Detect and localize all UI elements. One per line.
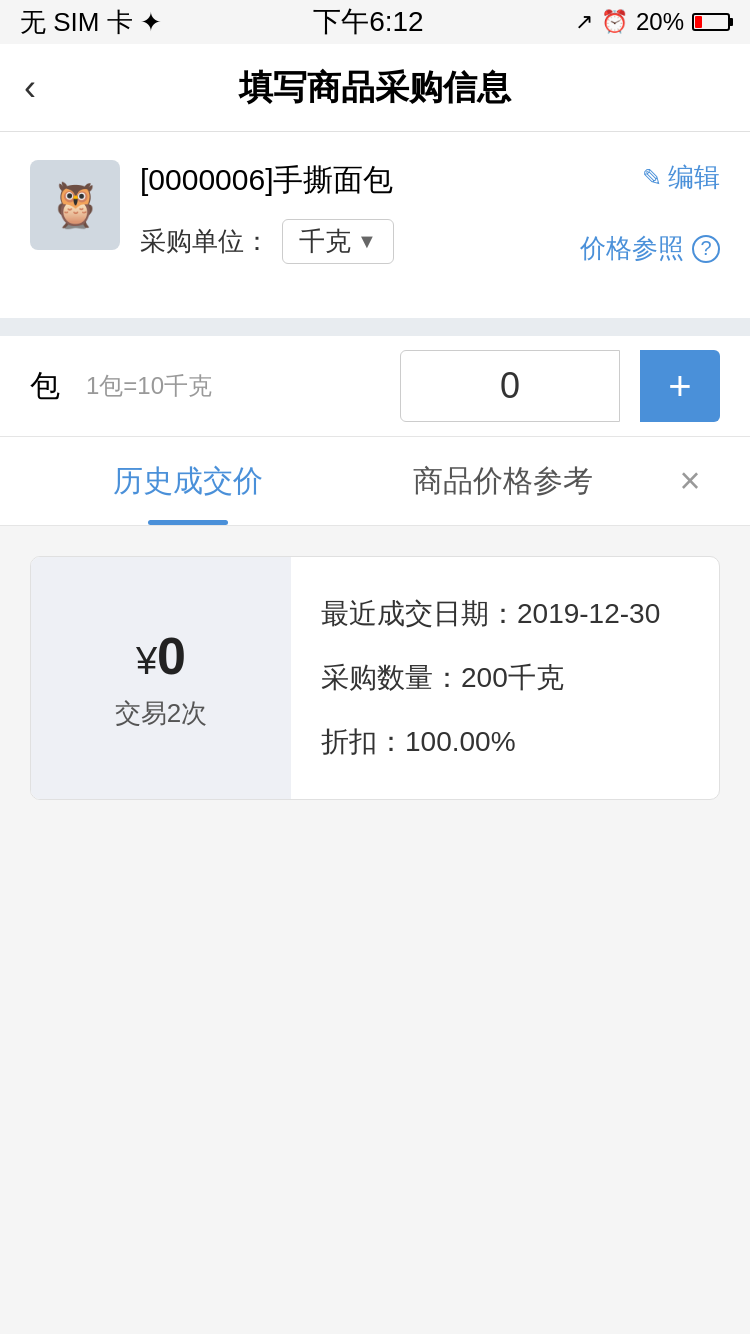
battery-percent: 20%: [636, 8, 684, 36]
main-content: ¥0 交易2次 最近成交日期：2019-12-30 采购数量：200千克 折扣：…: [0, 526, 750, 1326]
history-section: ¥0 交易2次 最近成交日期：2019-12-30 采购数量：200千克 折扣：…: [0, 526, 750, 830]
history-card-left: ¥0 交易2次: [31, 557, 291, 799]
status-left: 无 SIM 卡 ✦: [20, 5, 162, 40]
discount-row: 折扣：100.00%: [321, 721, 689, 763]
unit-prefix-label: 采购单位：: [140, 224, 270, 259]
product-name: [0000006]手撕面包: [140, 160, 394, 201]
close-icon: ×: [679, 460, 700, 502]
price-value: 0: [157, 627, 186, 685]
discount-label: 折扣：: [321, 726, 405, 757]
product-card: 🦉 [0000006]手撕面包 采购单位： 千克 ▼ ✎ 编辑 价格参照: [0, 132, 750, 318]
tab-history-label: 历史成交价: [113, 461, 263, 502]
recent-date-row: 最近成交日期：2019-12-30: [321, 593, 689, 635]
quantity-plus-button[interactable]: +: [640, 350, 720, 422]
page-title: 填写商品采购信息: [239, 65, 511, 111]
location-icon: ↗: [575, 9, 593, 35]
back-button[interactable]: ‹: [24, 67, 36, 109]
plus-icon: +: [668, 364, 691, 409]
edit-icon: ✎: [642, 164, 662, 192]
status-bar: 无 SIM 卡 ✦ 下午6:12 ↗ ⏰ 20%: [0, 0, 750, 44]
tab-active-indicator: [148, 520, 228, 525]
section-divider: [0, 318, 750, 336]
trade-count: 交易2次: [115, 696, 207, 731]
tab-history[interactable]: 历史成交价: [30, 437, 345, 525]
recent-date-label: 最近成交日期：: [321, 598, 517, 629]
price-ref-help-icon: ?: [692, 235, 720, 263]
price-yen-symbol: ¥: [136, 640, 157, 682]
status-time: 下午6:12: [313, 3, 424, 41]
quantity-row: 包 1包=10千克 0 +: [0, 336, 750, 436]
product-image: 🦉: [30, 160, 120, 250]
product-image-placeholder: 🦉: [48, 179, 103, 231]
quantity-value: 0: [500, 365, 520, 407]
purchase-qty-label: 采购数量：: [321, 662, 461, 693]
discount-value: 100.00%: [405, 726, 516, 757]
edit-label: 编辑: [668, 160, 720, 195]
tab-price-ref-label: 商品价格参考: [413, 461, 593, 502]
unit-value: 千克: [299, 224, 351, 259]
nav-bar: ‹ 填写商品采购信息: [0, 44, 750, 132]
tab-price-ref[interactable]: 商品价格参考: [345, 437, 660, 525]
purchase-qty-value: 200千克: [461, 662, 564, 693]
battery-icon: [692, 13, 730, 31]
unit-sub-label: 1包=10千克: [86, 370, 212, 402]
history-card: ¥0 交易2次 最近成交日期：2019-12-30 采购数量：200千克 折扣：…: [30, 556, 720, 800]
product-info: [0000006]手撕面包 采购单位： 千克 ▼: [140, 160, 394, 264]
quantity-input[interactable]: 0: [400, 350, 620, 422]
recent-date-value: 2019-12-30: [517, 598, 660, 629]
price-ref-label: 价格参照: [580, 231, 684, 266]
product-unit-row: 采购单位： 千克 ▼: [140, 219, 394, 264]
price-ref-button[interactable]: 价格参照 ?: [580, 231, 720, 266]
status-right: ↗ ⏰ 20%: [575, 8, 730, 36]
unit-big-label: 包: [30, 366, 60, 407]
history-price: ¥0: [136, 626, 186, 686]
unit-select[interactable]: 千克 ▼: [282, 219, 394, 264]
alarm-icon: ⏰: [601, 9, 628, 35]
tabs-container: 历史成交价 商品价格参考 ×: [0, 436, 750, 526]
unit-dropdown-arrow: ▼: [357, 230, 377, 253]
history-card-right: 最近成交日期：2019-12-30 采购数量：200千克 折扣：100.00%: [291, 557, 719, 799]
edit-button[interactable]: ✎ 编辑: [642, 160, 720, 195]
tab-close-button[interactable]: ×: [660, 460, 720, 502]
purchase-qty-row: 采购数量：200千克: [321, 657, 689, 699]
